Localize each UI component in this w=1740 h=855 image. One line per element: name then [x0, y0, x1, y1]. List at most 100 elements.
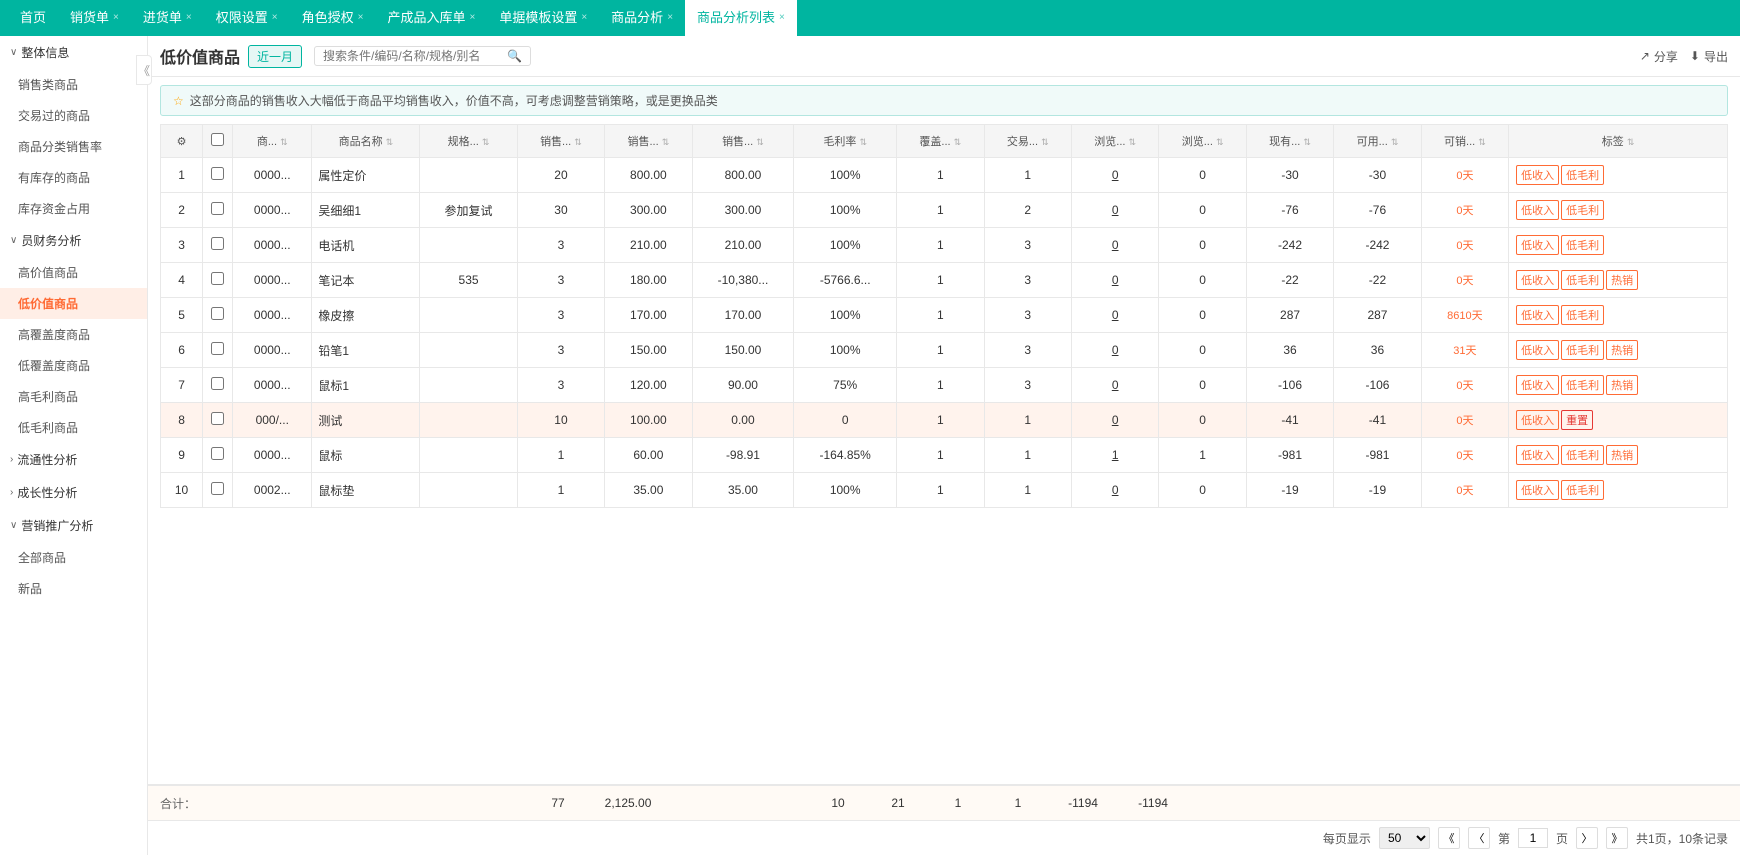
view-count-link[interactable]: 0 [1112, 168, 1119, 182]
close-icon[interactable]: × [358, 0, 364, 36]
cell-trade: 3 [984, 228, 1071, 263]
nav-template-settings[interactable]: 单据模板设置 × [487, 0, 599, 36]
col-coverage[interactable]: 覆盖... ⇅ [897, 125, 984, 158]
export-button[interactable]: ⬇ 导出 [1690, 48, 1728, 65]
view-count-link[interactable]: 0 [1112, 483, 1119, 497]
cell-checkbox[interactable] [203, 368, 233, 403]
col-name[interactable]: 商品名称 ⇅ [312, 125, 420, 158]
sidebar-group-financial[interactable]: ∨ 员财务分析 [0, 224, 147, 257]
col-sales-qty[interactable]: 销售... ⇅ [517, 125, 604, 158]
cell-row-num: 6 [161, 333, 203, 368]
cell-trade: 2 [984, 193, 1071, 228]
sidebar-item-high-margin[interactable]: 高毛利商品 [0, 381, 147, 412]
row-checkbox[interactable] [211, 307, 224, 320]
cell-checkbox[interactable] [203, 403, 233, 438]
col-trade[interactable]: 交易... ⇅ [984, 125, 1071, 158]
cell-checkbox[interactable] [203, 473, 233, 508]
nav-product-analysis[interactable]: 商品分析 × [599, 0, 685, 36]
view-count-link[interactable]: 0 [1112, 308, 1119, 322]
sidebar-item-capital-occupation[interactable]: 库存资金占用 [0, 193, 147, 224]
row-checkbox[interactable] [211, 272, 224, 285]
chevron-right-icon: › [10, 487, 13, 498]
search-input[interactable] [323, 49, 503, 63]
current-page-input[interactable] [1518, 828, 1548, 848]
col-spec[interactable]: 规格... ⇅ [420, 125, 517, 158]
last-page-button[interactable]: 》 [1606, 827, 1628, 849]
row-checkbox[interactable] [211, 237, 224, 250]
row-checkbox[interactable] [211, 202, 224, 215]
nav-product-analysis-list[interactable]: 商品分析列表 × [685, 0, 797, 36]
close-icon[interactable]: × [272, 0, 278, 36]
view-count-link[interactable]: 1 [1112, 448, 1119, 462]
row-checkbox[interactable] [211, 342, 224, 355]
sidebar-item-high-value[interactable]: 高价值商品 [0, 257, 147, 288]
cell-checkbox[interactable] [203, 438, 233, 473]
nav-sales-order[interactable]: 销货单 × [58, 0, 131, 36]
col-available[interactable]: 可用... ⇅ [1334, 125, 1421, 158]
cell-checkbox[interactable] [203, 263, 233, 298]
col-current[interactable]: 现有... ⇅ [1246, 125, 1333, 158]
select-all-checkbox[interactable] [211, 133, 224, 146]
col-code[interactable]: 商... ⇅ [233, 125, 312, 158]
col-tags[interactable]: 标签 ⇅ [1509, 125, 1728, 158]
settings-icon[interactable]: ⚙ [177, 136, 187, 148]
sidebar-item-category-sales[interactable]: 商品分类销售率 [0, 131, 147, 162]
close-icon[interactable]: × [779, 0, 785, 36]
sidebar-item-sales-products[interactable]: 销售类商品 [0, 69, 147, 100]
share-button[interactable]: ↗ 分享 [1640, 48, 1678, 65]
view-count-link[interactable]: 0 [1112, 203, 1119, 217]
sidebar-group-overall[interactable]: ∨ 整体信息 [0, 36, 147, 69]
sidebar-item-stock-products[interactable]: 有库存的商品 [0, 162, 147, 193]
view-count-link[interactable]: 0 [1112, 273, 1119, 287]
next-page-button[interactable]: 〉 [1576, 827, 1598, 849]
col-settings[interactable]: ⚙ [161, 125, 203, 158]
sidebar-group-marketing[interactable]: ∨ 营销推广分析 [0, 509, 147, 542]
col-view1[interactable]: 浏览... ⇅ [1071, 125, 1158, 158]
row-checkbox[interactable] [211, 482, 224, 495]
col-margin[interactable]: 毛利率 ⇅ [794, 125, 897, 158]
per-page-select[interactable]: 50 100 200 [1379, 827, 1430, 849]
view-count-link[interactable]: 0 [1112, 343, 1119, 357]
sidebar-item-all-products[interactable]: 全部商品 [0, 542, 147, 573]
view-count-link[interactable]: 0 [1112, 378, 1119, 392]
col-sales-amount[interactable]: 销售... ⇅ [605, 125, 692, 158]
prev-page-button[interactable]: 〈 [1468, 827, 1490, 849]
close-icon[interactable]: × [186, 0, 192, 36]
row-checkbox[interactable] [211, 377, 224, 390]
sidebar-item-high-coverage[interactable]: 高覆盖度商品 [0, 319, 147, 350]
col-saleable[interactable]: 可销... ⇅ [1421, 125, 1508, 158]
sidebar-item-low-coverage[interactable]: 低覆盖度商品 [0, 350, 147, 381]
row-checkbox[interactable] [211, 167, 224, 180]
filter-recent-month-button[interactable]: 近一月 [248, 45, 302, 68]
sidebar-group-liquidity[interactable]: › 流通性分析 [0, 443, 147, 476]
col-sales-price[interactable]: 销售... ⇅ [692, 125, 794, 158]
close-icon[interactable]: × [667, 0, 673, 36]
sidebar-item-new-products[interactable]: 新品 [0, 573, 147, 604]
row-checkbox[interactable] [211, 447, 224, 460]
col-view2[interactable]: 浏览... ⇅ [1159, 125, 1246, 158]
view-count-link[interactable]: 0 [1112, 413, 1119, 427]
nav-product-inbound[interactable]: 产成品入库单 × [375, 0, 487, 36]
nav-role-auth[interactable]: 角色授权 × [290, 0, 376, 36]
row-checkbox[interactable] [211, 412, 224, 425]
first-page-button[interactable]: 《 [1438, 827, 1460, 849]
cell-current: -30 [1246, 158, 1333, 193]
close-icon[interactable]: × [581, 0, 587, 36]
cell-checkbox[interactable] [203, 298, 233, 333]
cell-checkbox[interactable] [203, 228, 233, 263]
close-icon[interactable]: × [469, 0, 475, 36]
cell-checkbox[interactable] [203, 193, 233, 228]
search-icon[interactable]: 🔍 [507, 49, 522, 63]
nav-purchase-order[interactable]: 进货单 × [131, 0, 204, 36]
view-count-link[interactable]: 0 [1112, 238, 1119, 252]
sidebar-item-low-margin[interactable]: 低毛利商品 [0, 412, 147, 443]
sidebar-item-traded-products[interactable]: 交易过的商品 [0, 100, 147, 131]
sidebar-item-low-value[interactable]: 低价值商品 [0, 288, 147, 319]
sidebar-group-growth[interactable]: › 成长性分析 [0, 476, 147, 509]
cell-checkbox[interactable] [203, 333, 233, 368]
cell-checkbox[interactable] [203, 158, 233, 193]
nav-permission[interactable]: 权限设置 × [204, 0, 290, 36]
close-icon[interactable]: × [113, 0, 119, 36]
nav-home[interactable]: 首页 [8, 0, 58, 36]
sidebar-collapse-button[interactable]: 《 [148, 55, 152, 85]
